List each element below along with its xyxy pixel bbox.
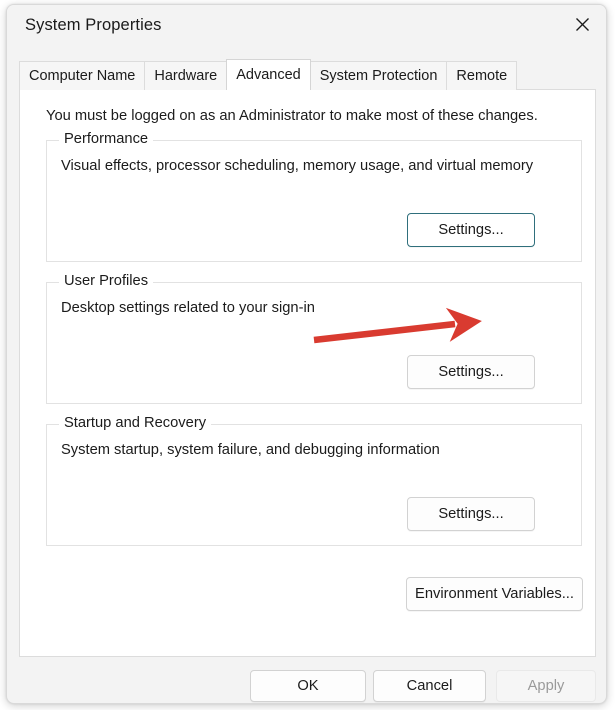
apply-button: Apply xyxy=(496,670,596,702)
tab-advanced[interactable]: Advanced xyxy=(226,59,311,90)
user-profiles-settings-button[interactable]: Settings... xyxy=(407,355,535,389)
startup-recovery-settings-button[interactable]: Settings... xyxy=(407,497,535,531)
window-title: System Properties xyxy=(25,16,162,35)
title-bar: System Properties xyxy=(7,5,606,49)
user-profiles-group-label: User Profiles xyxy=(59,273,153,289)
cancel-button[interactable]: Cancel xyxy=(373,670,486,702)
user-profiles-description: Desktop settings related to your sign-in xyxy=(61,300,315,316)
performance-settings-button[interactable]: Settings... xyxy=(407,213,535,247)
tab-system-protection[interactable]: System Protection xyxy=(310,61,448,90)
performance-group-label: Performance xyxy=(59,131,153,147)
startup-recovery-group-label: Startup and Recovery xyxy=(59,415,211,431)
user-profiles-group: User Profiles Desktop settings related t… xyxy=(46,282,582,404)
performance-description: Visual effects, processor scheduling, me… xyxy=(61,158,533,174)
environment-variables-button[interactable]: Environment Variables... xyxy=(406,577,583,611)
administrator-notice: You must be logged on as an Administrato… xyxy=(46,108,538,124)
tab-computer-name[interactable]: Computer Name xyxy=(19,61,145,90)
startup-recovery-group: Startup and Recovery System startup, sys… xyxy=(46,424,582,546)
startup-recovery-description: System startup, system failure, and debu… xyxy=(61,442,440,458)
close-icon-glyph xyxy=(574,16,591,33)
tab-hardware[interactable]: Hardware xyxy=(144,61,227,90)
tab-strip: Computer Name Hardware Advanced System P… xyxy=(19,60,516,90)
ok-button[interactable]: OK xyxy=(250,670,366,702)
dialog-button-bar: OK Cancel Apply xyxy=(7,655,606,703)
close-icon[interactable] xyxy=(558,5,606,43)
tab-remote[interactable]: Remote xyxy=(446,61,517,90)
advanced-tab-panel: You must be logged on as an Administrato… xyxy=(19,89,596,657)
performance-group: Performance Visual effects, processor sc… xyxy=(46,140,582,262)
system-properties-dialog: System Properties Computer Name Hardware… xyxy=(6,4,607,704)
